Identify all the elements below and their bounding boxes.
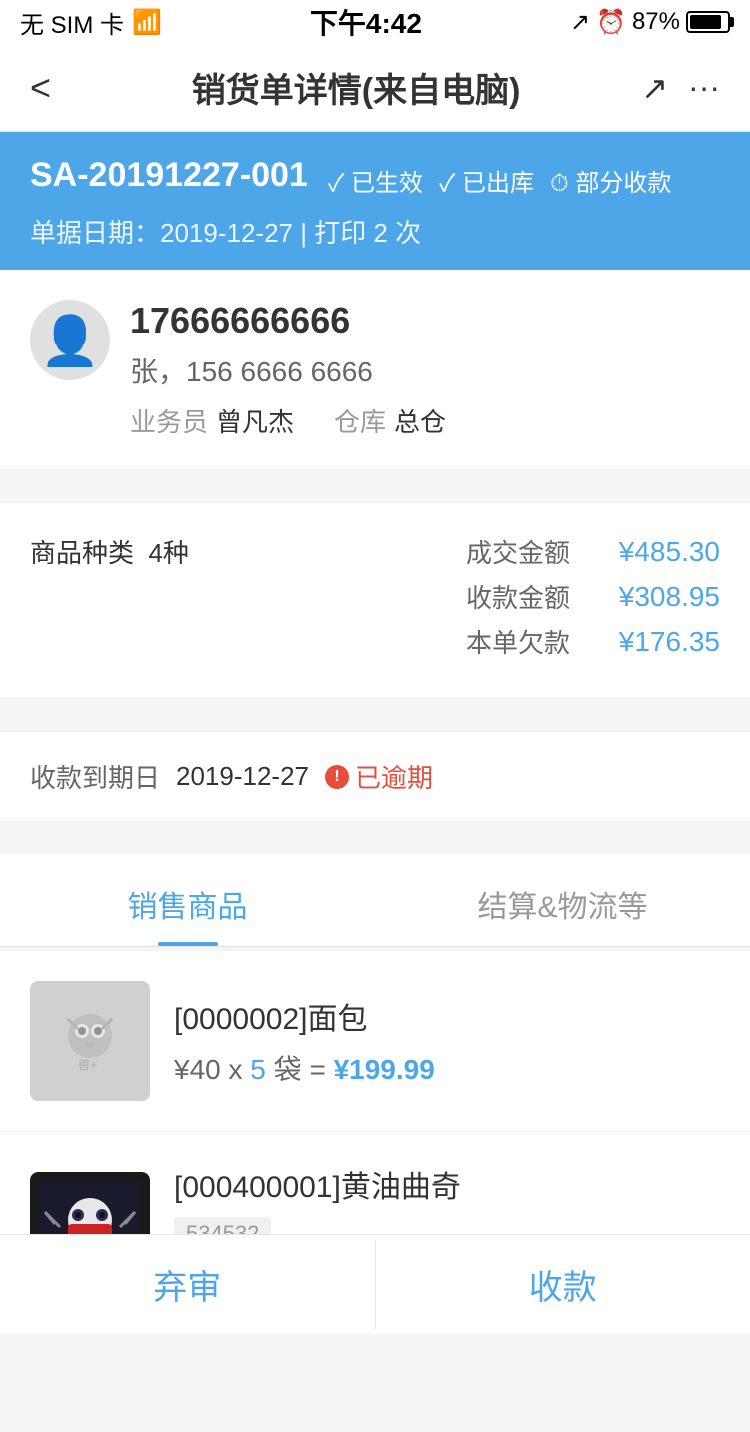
badge-partial: ⏱ 部分收款: [550, 163, 671, 198]
stats-section: 商品种类 4种 成交金额 ¥485.30 收款金额 ¥308.95 本单欠款 ¥…: [0, 502, 750, 699]
bottom-bar: 弃审 收款: [0, 1234, 750, 1334]
more-icon[interactable]: ···: [688, 69, 720, 106]
nav-actions: ↗ ···: [641, 69, 720, 107]
collect-payment-button[interactable]: 收款: [376, 1240, 750, 1329]
stats-right: 成交金额 ¥485.30 收款金额 ¥308.95 本单欠款 ¥176.35: [375, 533, 720, 668]
avatar-icon: 👤: [40, 312, 100, 369]
sales-rep-label: 业务员: [130, 402, 208, 439]
abandon-review-button[interactable]: 弃审: [0, 1240, 376, 1329]
share-icon[interactable]: ↗: [641, 69, 668, 107]
warehouse-value: 总仓: [394, 402, 446, 439]
sales-rep-value: 曾凡杰: [216, 402, 294, 439]
product-category: 商品种类 4种: [30, 533, 375, 570]
overdue-text: 已逾期: [355, 758, 433, 795]
badge-shipped: ✓ 已出库: [439, 163, 534, 198]
product-name-2: [000400001]黄油曲奇: [174, 1162, 720, 1206]
sales-rep-item: 业务员 曾凡杰: [130, 402, 294, 439]
warehouse-label: 仓库: [334, 402, 386, 439]
received-amount-label: 收款金额: [466, 578, 570, 615]
deal-amount-value: ¥485.30: [590, 536, 720, 568]
badge-effective: ✓ 已生效: [328, 163, 423, 198]
customer-meta: 业务员 曾凡杰 仓库 总仓: [130, 402, 720, 439]
customer-phone: 张，156 6666 6666: [130, 350, 720, 390]
owed-amount-label: 本单欠款: [466, 623, 570, 660]
page-title: 销货单详情(来自电脑): [71, 63, 641, 112]
status-left: 无 SIM 卡 📶: [20, 5, 162, 40]
avatar: 👤: [30, 300, 110, 380]
carrier-label: 无 SIM 卡: [20, 5, 124, 40]
customer-name: 17666666666: [130, 300, 720, 342]
clock-icon: ⏰: [596, 8, 626, 37]
received-amount-row: 收款金额 ¥308.95: [375, 578, 720, 615]
customer-section: 👤 17666666666 张，156 6666 6666 业务员 曾凡杰 仓库…: [0, 270, 750, 470]
nav-bar: < 销货单详情(来自电脑) ↗ ···: [0, 44, 750, 132]
product-name-1: [0000002]面包: [174, 994, 720, 1038]
battery-percent: 87%: [632, 8, 680, 36]
warehouse-item: 仓库 总仓: [334, 402, 446, 439]
product-price-1: ¥40 x 5 袋 = ¥199.99: [174, 1048, 720, 1088]
deal-amount-label: 成交金额: [466, 533, 570, 570]
tab-sales-products[interactable]: 销售商品: [0, 854, 375, 946]
due-date-value: 2019-12-27: [176, 761, 309, 792]
tab-settlement[interactable]: 结算&物流等: [375, 854, 750, 946]
wifi-icon: 📶: [132, 8, 162, 37]
stats-left: 商品种类 4种: [30, 533, 375, 570]
order-id: SA-20191227-001: [30, 156, 308, 195]
product-info-1: [0000002]面包 ¥40 x 5 袋 = ¥199.99: [174, 994, 720, 1088]
owed-amount-row: 本单欠款 ¥176.35: [375, 623, 720, 660]
overdue-dot-icon: !: [325, 765, 349, 789]
back-button[interactable]: <: [30, 67, 51, 109]
owed-amount-value: ¥176.35: [590, 626, 720, 658]
due-date-section: 收款到期日 2019-12-27 ! 已逾期: [0, 731, 750, 822]
status-bar: 无 SIM 卡 📶 下午4:42 ↗ ⏰ 87%: [0, 0, 750, 44]
tabs-section: 销售商品 结算&物流等: [0, 854, 750, 947]
product-thumbnail-1: 兽+: [30, 981, 150, 1101]
location-icon: ↗: [570, 8, 590, 37]
received-amount-value: ¥308.95: [590, 581, 720, 613]
status-right: ↗ ⏰ 87%: [570, 8, 730, 37]
battery-icon: [686, 11, 730, 33]
header-banner: SA-20191227-001 ✓ 已生效 ✓ 已出库 ⏱ 部分收款 单据日期：…: [0, 132, 750, 270]
status-time: 下午4:42: [310, 2, 422, 42]
header-badges: ✓ 已生效 ✓ 已出库 ⏱ 部分收款: [328, 163, 672, 198]
overdue-badge: ! 已逾期: [325, 758, 433, 795]
customer-info: 17666666666 张，156 6666 6666 业务员 曾凡杰 仓库 总…: [130, 300, 720, 439]
header-date: 单据日期：2019-12-27 | 打印 2 次: [30, 213, 720, 250]
deal-amount-row: 成交金额 ¥485.30: [375, 533, 720, 570]
due-date-label: 收款到期日: [30, 758, 160, 795]
svg-text:兽+: 兽+: [78, 1058, 97, 1072]
product-item: 兽+ [0000002]面包 ¥40 x 5 袋 = ¥199.99: [0, 951, 750, 1132]
